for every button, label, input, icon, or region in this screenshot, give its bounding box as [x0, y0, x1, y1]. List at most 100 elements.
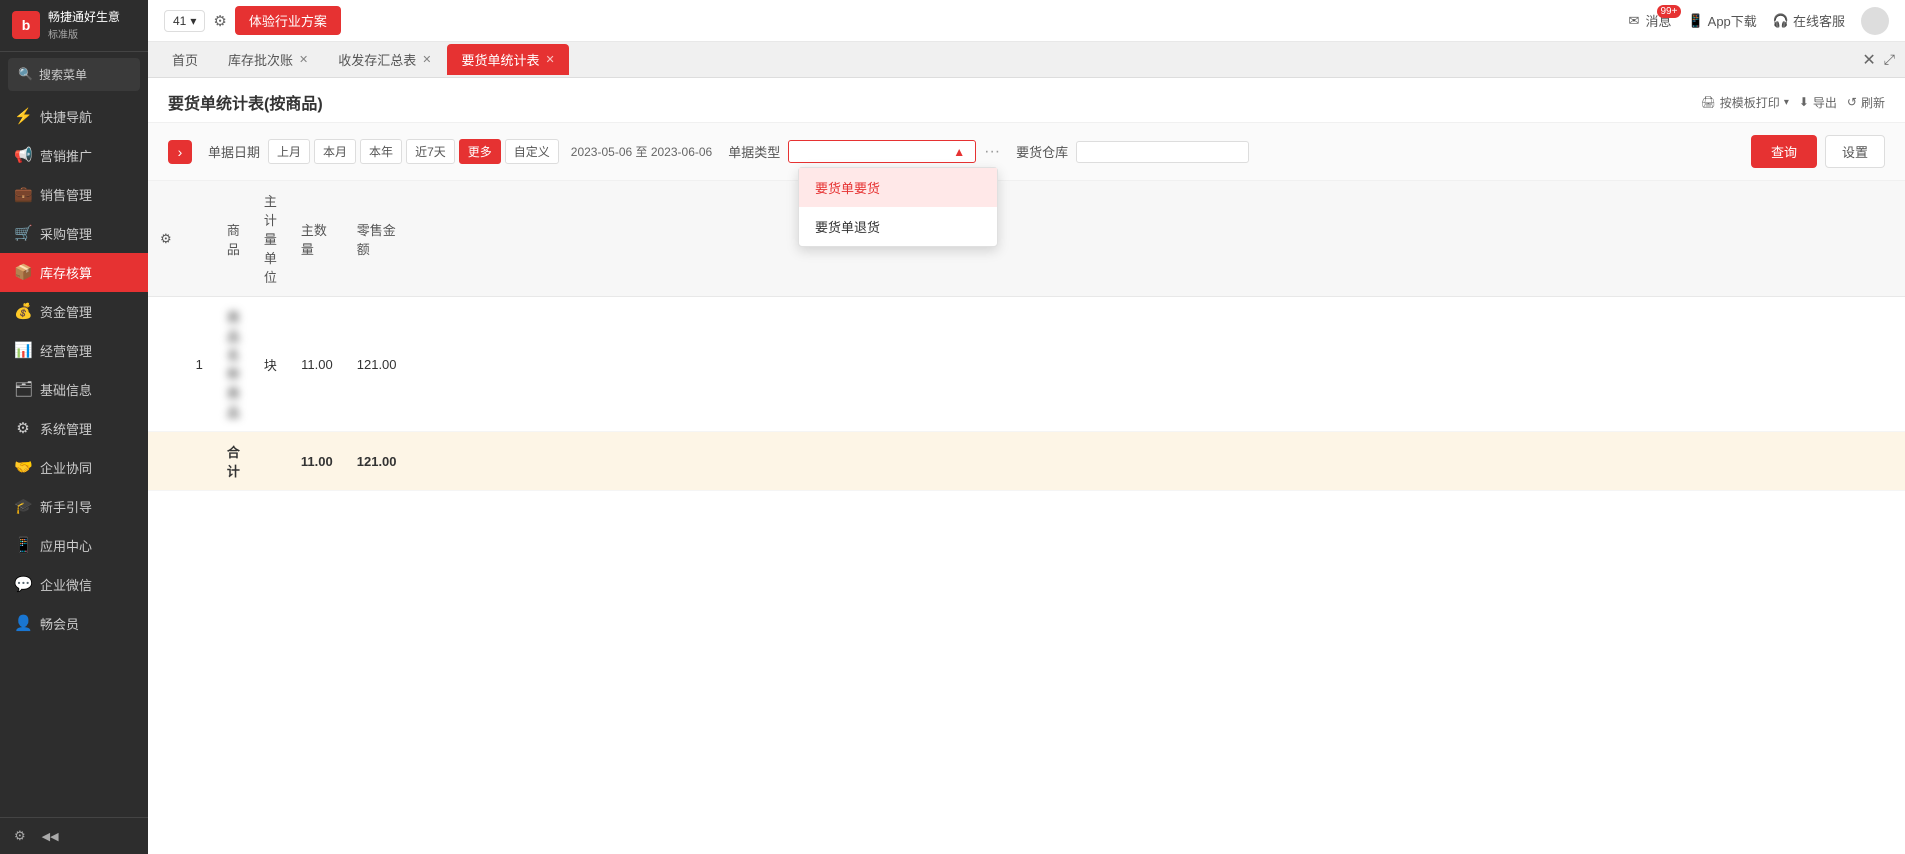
- export-btn[interactable]: ⬇ 导出: [1799, 94, 1837, 111]
- tab-inventory_batch[interactable]: 库存批次账 ✕: [214, 44, 322, 75]
- filter-toggle-btn[interactable]: ›: [168, 140, 192, 164]
- settings-icon[interactable]: ⚙: [14, 828, 26, 844]
- doc-type-input[interactable]: [799, 144, 949, 159]
- td-total-amount: 121.00: [345, 432, 409, 491]
- sidebar-item-purchase[interactable]: 🛒 采购管理: [0, 214, 148, 253]
- td-total-label: 合计: [215, 432, 252, 491]
- sidebar-item-apps[interactable]: 📱 应用中心: [0, 526, 148, 565]
- date-btn-last-7days[interactable]: 近7天: [406, 139, 455, 164]
- dropdown-item-label: 要货单退货: [815, 220, 880, 235]
- sidebar-item-system[interactable]: ⚙ 系统管理: [0, 409, 148, 448]
- inventory-icon: 📦: [14, 263, 32, 281]
- print-label: 按模板打印: [1720, 94, 1780, 111]
- tab-label: 库存批次账: [228, 50, 293, 69]
- sidebar-item-guide[interactable]: 🎓 新手引导: [0, 487, 148, 526]
- query-btn[interactable]: 查询: [1751, 135, 1817, 168]
- date-btn-this-year[interactable]: 本年: [360, 139, 402, 164]
- sidebar-nav: ⚡ 快捷导航 📢 营销推广 💼 销售管理 🛒 采购管理 📦 库存核算 💰 资金管…: [0, 97, 148, 817]
- product-name-blurred: 商品名称商品: [227, 310, 240, 420]
- th-settings[interactable]: ⚙: [148, 181, 184, 297]
- brand-name: 畅捷通好生意: [48, 10, 120, 26]
- date-buttons: 上月 本月 本年 近7天 更多 自定义: [268, 139, 559, 164]
- sidebar-item-members[interactable]: 👤 畅会员: [0, 604, 148, 643]
- sales-icon: 💼: [14, 185, 32, 203]
- date-filter-group: 单据日期 上月 本月 本年 近7天 更多 自定义 2023-05-06 至 20…: [208, 139, 712, 164]
- sidebar-item-label: 基础信息: [40, 380, 92, 399]
- table-header-row: ⚙ 商品 主计量单位 主数量 零售金额: [148, 181, 1905, 297]
- date-btn-custom[interactable]: 自定义: [505, 139, 559, 164]
- tab-receive_summary[interactable]: 收发存汇总表 ✕: [324, 44, 445, 75]
- filter-bar: › 单据日期 上月 本月 本年 近7天 更多 自定义 2023-05-06 至 …: [148, 123, 1905, 181]
- tab-label: 首页: [172, 50, 198, 69]
- sidebar-item-finance[interactable]: 💰 资金管理: [0, 292, 148, 331]
- td-total-quantity: 11.00: [289, 432, 345, 491]
- sidebar-item-operations[interactable]: 📊 经营管理: [0, 331, 148, 370]
- td-extra: [409, 297, 1905, 432]
- logo-icon: b: [12, 11, 40, 39]
- table-wrap: ⚙ 商品 主计量单位 主数量 零售金额 1 商品名称商品: [148, 181, 1905, 491]
- refresh-btn[interactable]: ↺ 刷新: [1847, 94, 1885, 111]
- expand-tabs-btn[interactable]: ⤢: [1884, 51, 1895, 68]
- messages-btn[interactable]: ✉ 消息 99+: [1629, 11, 1672, 30]
- online-service-btn[interactable]: 🎧 在线客服: [1773, 11, 1845, 30]
- marketing-icon: 📢: [14, 146, 32, 164]
- close-all-tabs-btn[interactable]: ✕: [1862, 50, 1875, 70]
- industry-btn[interactable]: 体验行业方案: [235, 6, 341, 35]
- date-btn-this-month[interactable]: 本月: [314, 139, 356, 164]
- doc-type-dropdown-overlay: 要货单要货 要货单退货: [798, 167, 998, 247]
- warehouse-input[interactable]: [1076, 141, 1249, 163]
- tabs-actions: ✕ ⤢: [1862, 50, 1895, 70]
- sidebar-item-wechat[interactable]: 💬 企业微信: [0, 565, 148, 604]
- settings-icon-topbar[interactable]: ⚙: [213, 12, 226, 30]
- headset-icon: 🎧: [1773, 13, 1789, 29]
- th-product: 商品: [215, 181, 252, 297]
- export-icon: ⬇: [1799, 95, 1809, 109]
- refresh-label: 刷新: [1861, 94, 1885, 111]
- sidebar-item-marketing[interactable]: 📢 营销推广: [0, 136, 148, 175]
- user-avatar[interactable]: [1861, 7, 1889, 35]
- sidebar-item-label: 企业微信: [40, 575, 92, 594]
- sidebar-item-enterprise[interactable]: 🤝 企业协同: [0, 448, 148, 487]
- app-download-label: App下载: [1708, 11, 1757, 30]
- tab-order_stats[interactable]: 要货单统计表 ✕: [447, 44, 568, 75]
- app-download-btn[interactable]: 📱 App下载: [1687, 11, 1756, 30]
- print-btn[interactable]: 🖨 按模板打印 ▾: [1701, 94, 1789, 111]
- sidebar-item-quick_nav[interactable]: ⚡ 快捷导航: [0, 97, 148, 136]
- search-label: 搜索菜单: [39, 66, 87, 83]
- sidebar-item-sales[interactable]: 💼 销售管理: [0, 175, 148, 214]
- page-header: 要货单统计表(按商品) 🖨 按模板打印 ▾ ⬇ 导出 ↺ 刷新: [148, 78, 1905, 123]
- sidebar-item-basic[interactable]: 🗂 基础信息: [0, 370, 148, 409]
- main-area: 41 ▾ ⚙ 体验行业方案 ✉ 消息 99+ 📱 App下载 🎧 在线客服: [148, 0, 1905, 854]
- data-table: ⚙ 商品 主计量单位 主数量 零售金额 1 商品名称商品: [148, 181, 1905, 491]
- td-index: 1: [184, 297, 215, 432]
- doc-type-dropdown[interactable]: ▲: [788, 140, 976, 163]
- operations-icon: 📊: [14, 341, 32, 359]
- settings-btn[interactable]: 设置: [1825, 135, 1885, 168]
- date-btn-more[interactable]: 更多: [459, 139, 501, 164]
- sidebar-item-label: 采购管理: [40, 224, 92, 243]
- purchase-icon: 🛒: [14, 224, 32, 242]
- tab-close-order_stats[interactable]: ✕: [546, 53, 555, 66]
- sidebar-item-label: 畅会员: [40, 614, 79, 633]
- collapse-btn[interactable]: ◀◀: [42, 830, 59, 843]
- td-total-extra: [409, 432, 1905, 491]
- topbar-left: 41 ▾ ⚙ 体验行业方案: [164, 6, 1617, 35]
- doc-type-dropdown-arrow: ▲: [953, 145, 965, 159]
- wechat-icon: 💬: [14, 575, 32, 593]
- phone-icon: 📱: [1687, 13, 1703, 29]
- shop-selector[interactable]: 41 ▾: [164, 10, 205, 32]
- search-menu[interactable]: 🔍 搜索菜单: [8, 58, 140, 91]
- th-index: [184, 181, 215, 297]
- tab-close-receive_summary[interactable]: ✕: [422, 53, 431, 66]
- shop-dropdown-arrow: ▾: [190, 14, 196, 28]
- th-quantity: 主数量: [289, 181, 345, 297]
- dropdown-item-order_return[interactable]: 要货单退货: [799, 207, 997, 246]
- sidebar-item-inventory[interactable]: 📦 库存核算: [0, 253, 148, 292]
- dropdown-item-order_goods[interactable]: 要货单要货: [799, 168, 997, 207]
- date-btn-last-month[interactable]: 上月: [268, 139, 310, 164]
- topbar: 41 ▾ ⚙ 体验行业方案 ✉ 消息 99+ 📱 App下载 🎧 在线客服: [148, 0, 1905, 42]
- shop-name: 41: [173, 14, 186, 28]
- tab-home[interactable]: 首页: [158, 44, 212, 75]
- filter-more-btn[interactable]: ···: [984, 143, 1000, 161]
- tab-close-inventory_batch[interactable]: ✕: [299, 53, 308, 66]
